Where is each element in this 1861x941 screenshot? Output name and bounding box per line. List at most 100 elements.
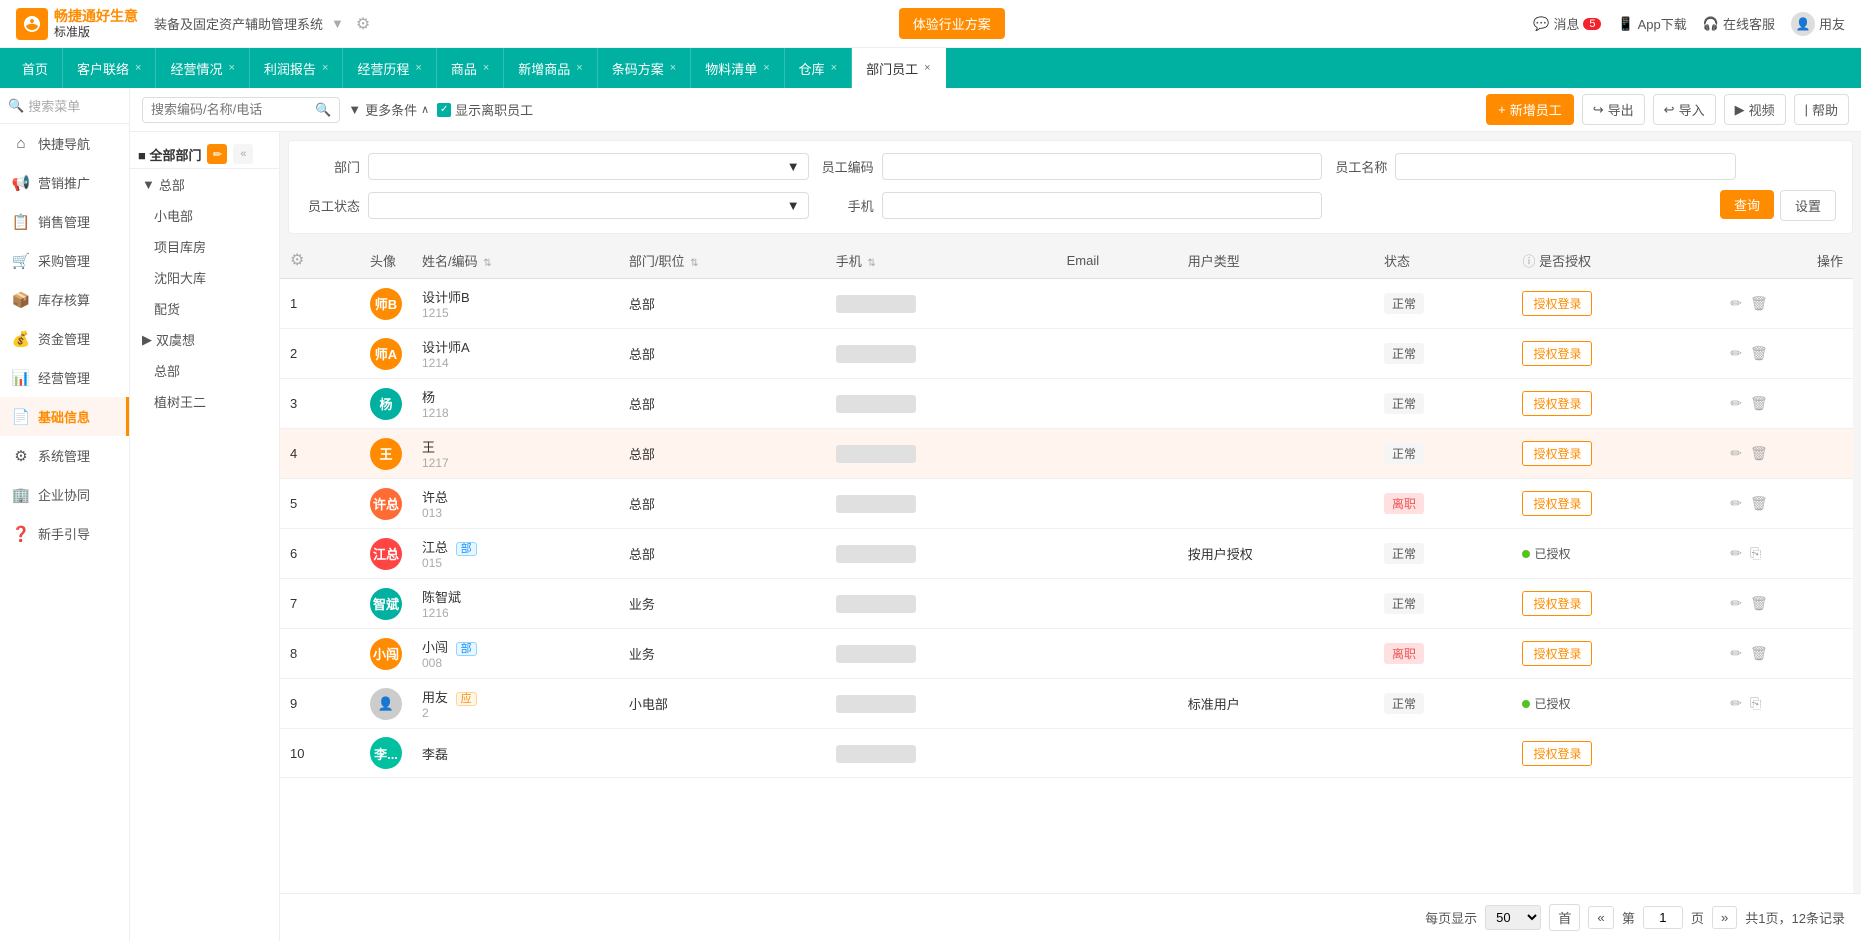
sidebar-item-guide[interactable]: ❓ 新手引导 <box>0 514 129 553</box>
import-button[interactable]: ↩ 导入 <box>1653 94 1716 125</box>
tab-add-goods[interactable]: 新增商品 × <box>504 48 597 88</box>
sidebar-item-marketing[interactable]: 📢 营销推广 <box>0 163 129 202</box>
filter-empname-input[interactable] <box>1395 153 1736 180</box>
authorize-button[interactable]: 授权登录 <box>1522 291 1592 316</box>
copy-icon[interactable]: ⎘ <box>1750 695 1761 712</box>
close-icon[interactable]: × <box>576 62 582 74</box>
edit-icon[interactable]: ✏ <box>1730 595 1742 612</box>
close-icon[interactable]: × <box>924 62 930 74</box>
edit-icon[interactable]: ✏ <box>1730 395 1742 412</box>
tab-barcode[interactable]: 条码方案 × <box>598 48 691 88</box>
message-action[interactable]: 💬 消息 5 <box>1533 14 1601 33</box>
tab-home[interactable]: 首页 <box>8 48 63 88</box>
sidebar-item-sales[interactable]: 📋 销售管理 <box>0 202 129 241</box>
delete-icon[interactable]: 🗑 <box>1750 645 1768 662</box>
app-download-action[interactable]: 📱 App下载 <box>1617 14 1686 33</box>
user-action[interactable]: 👤 用友 <box>1791 12 1845 36</box>
copy-icon[interactable]: ⎘ <box>1750 545 1761 562</box>
tab-profit[interactable]: 利润报告 × <box>250 48 343 88</box>
per-page-select[interactable]: 50 20 100 <box>1485 905 1541 930</box>
dept-tree-item-shuangyu[interactable]: ▶ 双虞想 <box>130 324 279 355</box>
delete-icon[interactable]: 🗑 <box>1750 395 1768 412</box>
delete-icon[interactable]: 🗑 <box>1750 495 1768 512</box>
view-button[interactable]: ▶ 视频 <box>1724 94 1786 125</box>
dept-tree-item-shenyang[interactable]: 沈阳大库 <box>130 262 279 293</box>
settings-icon[interactable]: ⚙ <box>356 14 370 34</box>
sidebar-item-system[interactable]: ⚙ 系统管理 <box>0 436 129 475</box>
tab-warehouse[interactable]: 仓库 × <box>785 48 852 88</box>
authorize-button[interactable]: 授权登录 <box>1522 391 1592 416</box>
filter-phone-input[interactable] <box>882 192 1323 219</box>
sidebar-item-shortcut[interactable]: ⌂ 快捷导航 <box>0 124 129 163</box>
authorize-button[interactable]: 授权登录 <box>1522 641 1592 666</box>
help-button[interactable]: | 帮助 <box>1794 94 1849 125</box>
delete-icon[interactable]: 🗑 <box>1750 345 1768 362</box>
filter-status-select[interactable]: ▼ <box>368 192 809 219</box>
sidebar-item-basic[interactable]: 📄 基础信息 <box>0 397 129 436</box>
edit-icon[interactable]: ✏ <box>1730 695 1742 712</box>
dept-collapse-btn[interactable]: « <box>233 144 253 164</box>
system-dropdown-icon[interactable]: ▼ <box>331 16 344 31</box>
online-service-action[interactable]: 🎧 在线客服 <box>1703 14 1775 33</box>
edit-icon[interactable]: ✏ <box>1730 545 1742 562</box>
sidebar-search[interactable]: 🔍 搜索菜单 <box>0 88 129 124</box>
close-icon[interactable]: × <box>483 62 489 74</box>
authorize-button[interactable]: 授权登录 <box>1522 341 1592 366</box>
sidebar-item-finance[interactable]: 💰 资金管理 <box>0 319 129 358</box>
table-settings-icon[interactable]: ⚙ <box>290 252 304 269</box>
reset-button[interactable]: 设置 <box>1780 190 1836 221</box>
filter-more-btn[interactable]: ▼ 更多条件 ∧ <box>348 100 429 119</box>
tab-journey[interactable]: 经营历程 × <box>343 48 436 88</box>
edit-icon[interactable]: ✏ <box>1730 445 1742 462</box>
show-inactive-checkbox[interactable]: ✓ <box>437 103 451 117</box>
sort-name-icon[interactable]: ⇅ <box>483 258 491 269</box>
query-button[interactable]: 查询 <box>1720 190 1774 219</box>
authorize-button[interactable]: 授权登录 <box>1522 741 1592 766</box>
sidebar-item-enterprise[interactable]: 🏢 企业协同 <box>0 475 129 514</box>
dept-tree-item-headquarter[interactable]: ▼ 总部 <box>130 169 279 200</box>
search-submit-icon[interactable]: 🔍 <box>315 102 331 118</box>
search-input[interactable] <box>151 102 311 117</box>
sidebar-item-purchase[interactable]: 🛒 采购管理 <box>0 241 129 280</box>
tab-goods[interactable]: 商品 × <box>437 48 504 88</box>
add-employee-button[interactable]: + 新增员工 <box>1486 94 1574 125</box>
edit-icon[interactable]: ✏ <box>1730 645 1742 662</box>
dept-tree-item-distribution[interactable]: 配货 <box>130 293 279 324</box>
close-icon[interactable]: × <box>670 62 676 74</box>
authorize-button[interactable]: 授权登录 <box>1522 491 1592 516</box>
edit-icon[interactable]: ✏ <box>1730 345 1742 362</box>
first-page-btn[interactable]: 首 <box>1549 904 1580 931</box>
close-icon[interactable]: × <box>415 62 421 74</box>
dept-tree-item-small-elec[interactable]: 小电部 <box>130 200 279 231</box>
edit-icon[interactable]: ✏ <box>1730 295 1742 312</box>
sidebar-item-inventory[interactable]: 📦 库存核算 <box>0 280 129 319</box>
sidebar-item-operations[interactable]: 📊 经营管理 <box>0 358 129 397</box>
tab-dept-staff[interactable]: 部门员工 × <box>852 48 945 88</box>
delete-icon[interactable]: 🗑 <box>1750 445 1768 462</box>
filter-dept-select[interactable]: ▼ <box>368 153 809 180</box>
delete-icon[interactable]: 🗑 <box>1750 595 1768 612</box>
close-icon[interactable]: × <box>831 62 837 74</box>
tab-customer[interactable]: 客户联络 × <box>63 48 156 88</box>
dept-edit-icon[interactable]: ✏ <box>207 144 227 164</box>
trial-button[interactable]: 体验行业方案 <box>899 8 1005 39</box>
filter-empcode-input[interactable] <box>882 153 1323 180</box>
sort-phone-icon[interactable]: ⇅ <box>867 258 875 269</box>
sort-dept-icon[interactable]: ⇅ <box>690 258 698 269</box>
close-icon[interactable]: × <box>322 62 328 74</box>
close-icon[interactable]: × <box>228 62 234 74</box>
edit-icon[interactable]: ✏ <box>1730 495 1742 512</box>
prev-page-btn[interactable]: « <box>1588 906 1613 929</box>
next-page-btn[interactable]: » <box>1712 906 1737 929</box>
close-icon[interactable]: × <box>135 62 141 74</box>
authorize-button[interactable]: 授权登录 <box>1522 441 1592 466</box>
dept-tree-item-hq2[interactable]: 总部 <box>130 355 279 386</box>
close-icon[interactable]: × <box>763 62 769 74</box>
tab-operations[interactable]: 经营情况 × <box>156 48 249 88</box>
export-button[interactable]: ↪ 导出 <box>1582 94 1645 125</box>
delete-icon[interactable]: 🗑 <box>1750 295 1768 312</box>
dept-tree-item-project[interactable]: 项目库房 <box>130 231 279 262</box>
dept-tree-item-plant[interactable]: 植树王二 <box>130 386 279 417</box>
authorize-button[interactable]: 授权登录 <box>1522 591 1592 616</box>
tab-bom[interactable]: 物料清单 × <box>691 48 784 88</box>
